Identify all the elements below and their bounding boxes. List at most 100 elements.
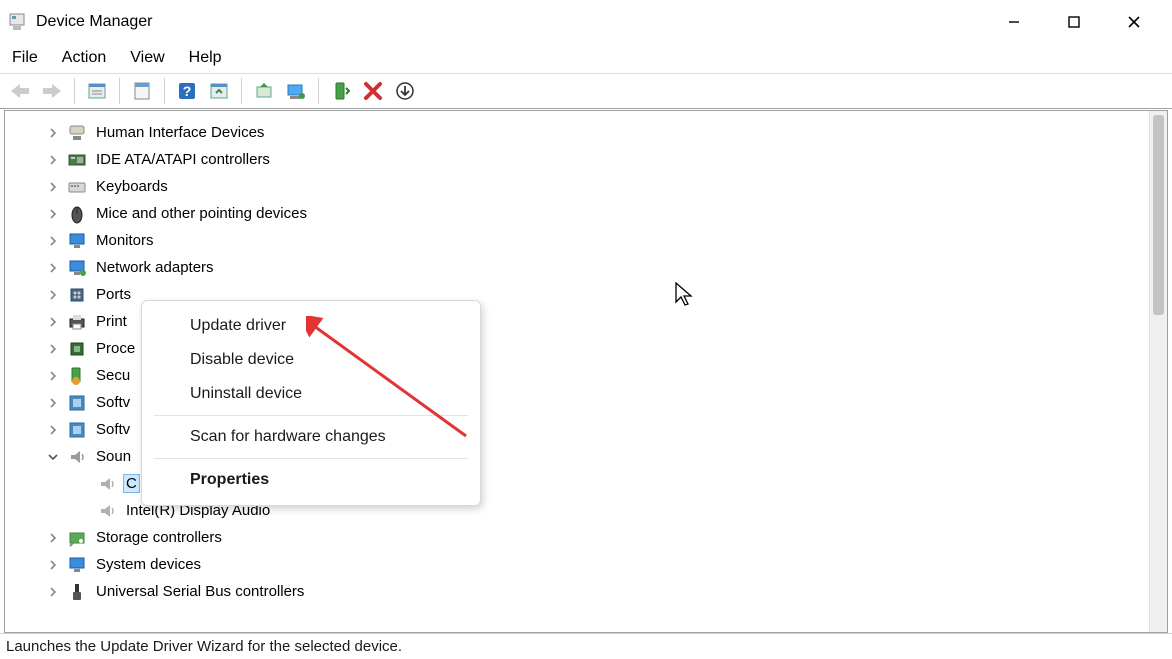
- speaker-icon: [97, 474, 117, 494]
- tree-node[interactable]: IDE ATA/ATAPI controllers: [45, 146, 1147, 173]
- chevron-right-icon[interactable]: [45, 395, 61, 411]
- ctx-separator: [154, 458, 468, 459]
- window-title: Device Manager: [36, 13, 153, 31]
- toolbar-separator: [318, 78, 319, 104]
- chevron-right-icon[interactable]: [45, 260, 61, 276]
- menu-view[interactable]: View: [130, 49, 164, 67]
- ide-icon: [67, 150, 87, 170]
- tree-node-label: Monitors: [93, 231, 157, 250]
- tree-scrollbar[interactable]: [1149, 111, 1167, 632]
- tree-node-label: Network adapters: [93, 258, 217, 277]
- properties-toolbar-button[interactable]: [128, 77, 156, 105]
- tree-node-label: IDE ATA/ATAPI controllers: [93, 150, 273, 169]
- chevron-right-icon[interactable]: [45, 233, 61, 249]
- tree-node-label: Human Interface Devices: [93, 123, 267, 142]
- chevron-right-icon[interactable]: [45, 314, 61, 330]
- tree-node-label: Proce: [93, 339, 138, 358]
- hid-icon: [67, 123, 87, 143]
- monitor-icon: [67, 231, 87, 251]
- tree-node-label: C: [123, 474, 140, 493]
- back-button[interactable]: [6, 77, 34, 105]
- window-controls: [984, 0, 1164, 43]
- tree-node-label: Print: [93, 312, 130, 331]
- toolbar-separator: [164, 78, 165, 104]
- network-icon: [67, 258, 87, 278]
- scan-hardware-toolbar-button[interactable]: [282, 77, 310, 105]
- ctx-scan-hardware[interactable]: Scan for hardware changes: [142, 420, 480, 454]
- tree-node-label: Secu: [93, 366, 133, 385]
- tree-node-label: Storage controllers: [93, 528, 225, 547]
- chevron-down-icon[interactable]: [45, 449, 61, 465]
- app-icon: [8, 13, 26, 31]
- security-icon: [67, 366, 87, 386]
- update-driver-toolbar-button[interactable]: [250, 77, 278, 105]
- ctx-uninstall-device[interactable]: Uninstall device: [142, 377, 480, 411]
- chevron-right-icon[interactable]: [45, 422, 61, 438]
- tree-node-label: System devices: [93, 555, 204, 574]
- context-menu: Update driver Disable device Uninstall d…: [141, 300, 481, 506]
- system-icon: [67, 555, 87, 575]
- chevron-right-icon[interactable]: [45, 584, 61, 600]
- toolbar-separator: [119, 78, 120, 104]
- chevron-right-icon[interactable]: [45, 152, 61, 168]
- chevron-right-icon[interactable]: [45, 287, 61, 303]
- title-bar: Device Manager: [0, 0, 1172, 43]
- ctx-disable-device[interactable]: Disable device: [142, 343, 480, 377]
- tree-node[interactable]: Network adapters: [45, 254, 1147, 281]
- status-text: Launches the Update Driver Wizard for th…: [6, 638, 402, 655]
- tree-node[interactable]: Universal Serial Bus controllers: [45, 578, 1147, 605]
- mouse-icon: [67, 204, 87, 224]
- tree-node[interactable]: Human Interface Devices: [45, 119, 1147, 146]
- ctx-separator: [154, 415, 468, 416]
- tree-node-label: Softv: [93, 420, 133, 439]
- tree-node-label: Ports: [93, 285, 134, 304]
- chevron-right-icon[interactable]: [45, 179, 61, 195]
- tree-node-label: Softv: [93, 393, 133, 412]
- ctx-properties[interactable]: Properties: [142, 463, 480, 497]
- storage-icon: [67, 528, 87, 548]
- toolbar-separator: [241, 78, 242, 104]
- tree-node[interactable]: Keyboards: [45, 173, 1147, 200]
- menu-action[interactable]: Action: [62, 49, 106, 67]
- install-legacy-toolbar-button[interactable]: [391, 77, 419, 105]
- refresh-toolbar-button[interactable]: [205, 77, 233, 105]
- tree-node-label: Soun: [93, 447, 134, 466]
- chevron-right-icon[interactable]: [45, 557, 61, 573]
- tree-node[interactable]: Storage controllers: [45, 524, 1147, 551]
- usb-icon: [67, 582, 87, 602]
- tree-node[interactable]: Monitors: [45, 227, 1147, 254]
- uninstall-device-toolbar-button[interactable]: [359, 77, 387, 105]
- software-icon: [67, 420, 87, 440]
- scrollbar-thumb[interactable]: [1153, 115, 1164, 315]
- chevron-right-icon[interactable]: [45, 125, 61, 141]
- ports-icon: [67, 285, 87, 305]
- software-icon: [67, 393, 87, 413]
- chevron-right-icon[interactable]: [45, 206, 61, 222]
- toolbar: ?: [0, 73, 1172, 109]
- show-hidden-button[interactable]: [83, 77, 111, 105]
- chevron-right-icon[interactable]: [45, 530, 61, 546]
- maximize-button[interactable]: [1044, 0, 1104, 43]
- keyboard-icon: [67, 177, 87, 197]
- menu-help[interactable]: Help: [189, 49, 222, 67]
- tree-node-label: Mice and other pointing devices: [93, 204, 310, 223]
- toolbar-separator: [74, 78, 75, 104]
- tree-node-label: Keyboards: [93, 177, 171, 196]
- forward-button[interactable]: [38, 77, 66, 105]
- printer-icon: [67, 312, 87, 332]
- chevron-right-icon[interactable]: [45, 341, 61, 357]
- minimize-button[interactable]: [984, 0, 1044, 43]
- menu-file[interactable]: File: [12, 49, 38, 67]
- enable-device-toolbar-button[interactable]: [327, 77, 355, 105]
- sound-icon: [67, 447, 87, 467]
- tree-node[interactable]: Mice and other pointing devices: [45, 200, 1147, 227]
- status-bar: Launches the Update Driver Wizard for th…: [0, 633, 1172, 659]
- speaker-icon: [97, 501, 117, 521]
- help-toolbar-button[interactable]: ?: [173, 77, 201, 105]
- close-button[interactable]: [1104, 0, 1164, 43]
- svg-text:?: ?: [183, 83, 192, 99]
- processor-icon: [67, 339, 87, 359]
- chevron-right-icon[interactable]: [45, 368, 61, 384]
- tree-node[interactable]: System devices: [45, 551, 1147, 578]
- ctx-update-driver[interactable]: Update driver: [142, 309, 480, 343]
